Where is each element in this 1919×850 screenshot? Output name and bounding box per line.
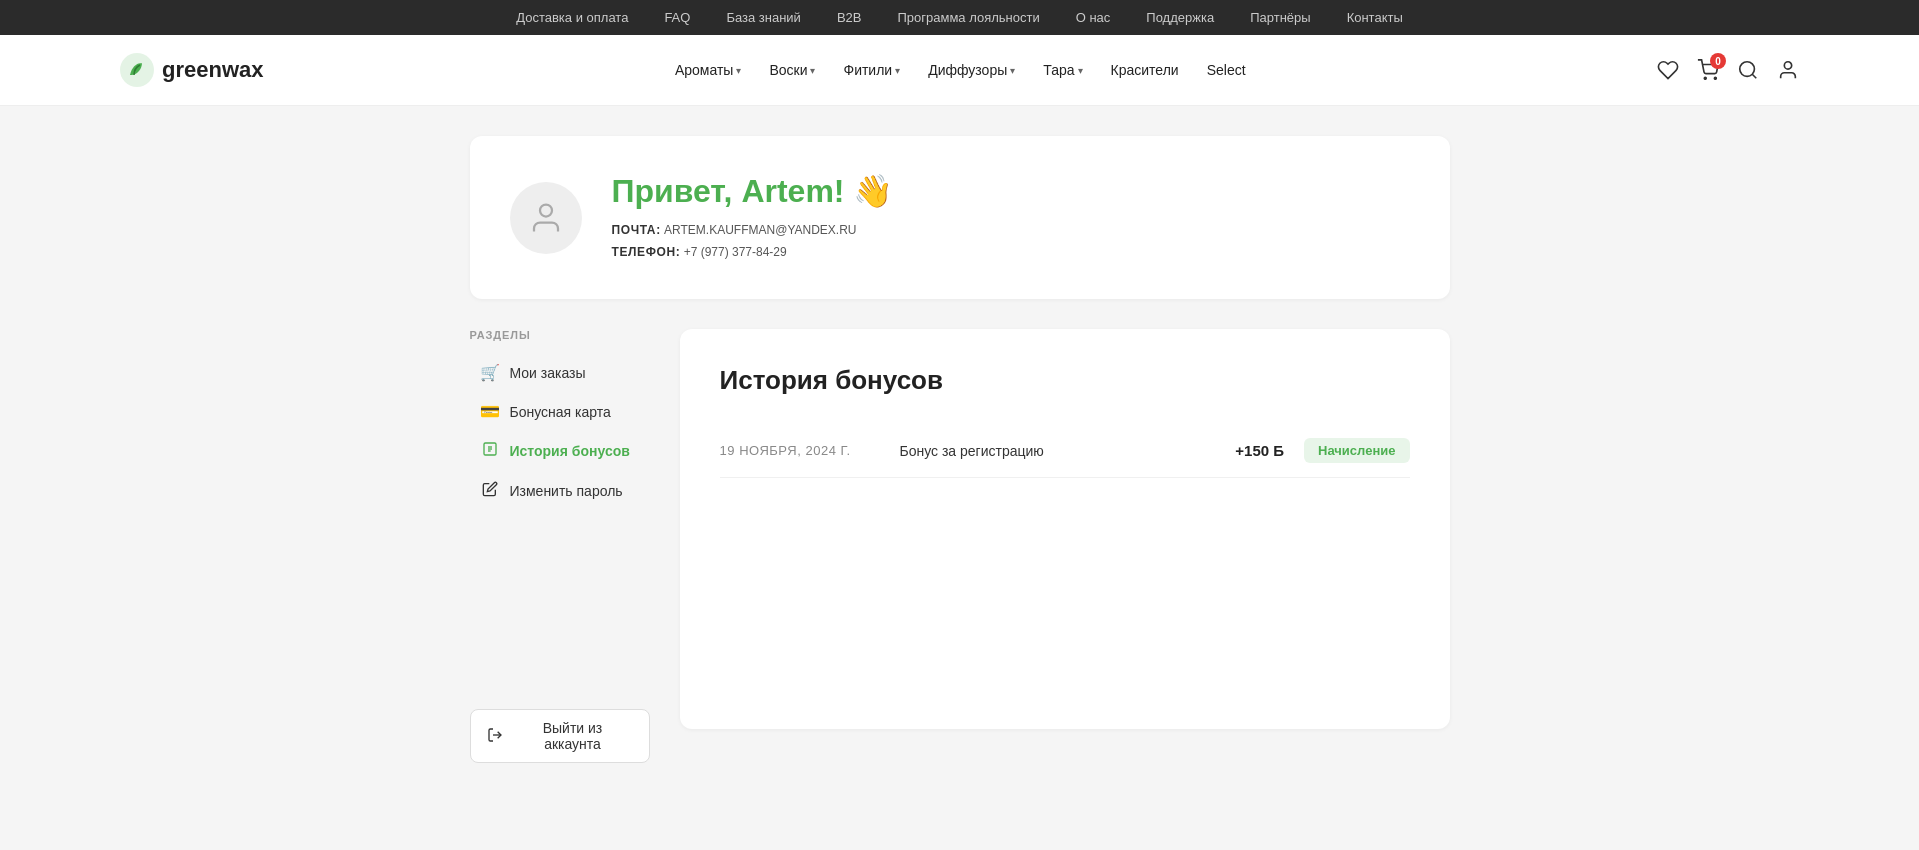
logout-label: Выйти из аккаунта <box>513 720 633 752</box>
sidebar-item-bonus-history[interactable]: История бонусов <box>470 433 650 469</box>
logo-text: greenwax <box>162 57 264 83</box>
svg-point-3 <box>1740 62 1755 77</box>
sidebar-logout: Выйти из аккаунта <box>470 709 650 763</box>
sidebar-item-orders-label: Мои заказы <box>510 365 586 381</box>
wave-emoji: 👋 <box>853 173 893 209</box>
nav-item-wicks[interactable]: Фитили ▾ <box>843 62 900 78</box>
nav-arrow-waxes: ▾ <box>810 65 815 76</box>
sidebar-item-bonus-card-label: Бонусная карта <box>510 404 611 420</box>
logout-icon <box>487 727 503 746</box>
topbar-link-knowledge[interactable]: База знаний <box>726 10 801 25</box>
topbar-link-loyalty[interactable]: Программа лояльности <box>897 10 1039 25</box>
nav-item-diffusers[interactable]: Диффузоры ▾ <box>928 62 1015 78</box>
wishlist-button[interactable] <box>1657 59 1679 81</box>
orders-icon: 🛒 <box>480 363 500 382</box>
main-nav: Ароматы ▾ Воски ▾ Фитили ▾ Диффузоры ▾ Т… <box>675 62 1246 78</box>
topbar-link-faq[interactable]: FAQ <box>664 10 690 25</box>
user-greeting: Привет, Artem! 👋 <box>612 172 894 210</box>
user-meta: ПОЧТА: ARTEM.KAUFFMAN@YANDEX.RU ТЕЛЕФОН:… <box>612 220 894 263</box>
svg-point-6 <box>540 204 552 216</box>
user-hero-card: Привет, Artem! 👋 ПОЧТА: ARTEM.KAUFFMAN@Y… <box>470 136 1450 299</box>
nav-item-aromas[interactable]: Ароматы ▾ <box>675 62 742 78</box>
nav-arrow-diffusers: ▾ <box>1010 65 1015 76</box>
main-content: История бонусов 19 НОЯБРЯ, 2024 Г. Бонус… <box>680 329 1450 729</box>
user-info: Привет, Artem! 👋 ПОЧТА: ARTEM.KAUFFMAN@Y… <box>612 172 894 263</box>
logo[interactable]: greenwax <box>120 53 264 87</box>
user-email-row: ПОЧТА: ARTEM.KAUFFMAN@YANDEX.RU <box>612 220 894 242</box>
logout-button[interactable]: Выйти из аккаунта <box>470 709 650 763</box>
svg-point-5 <box>1784 62 1791 69</box>
logo-icon <box>120 53 154 87</box>
search-button[interactable] <box>1737 59 1759 81</box>
sidebar-item-bonus-card[interactable]: 💳 Бонусная карта <box>470 394 650 429</box>
user-phone: +7 (977) 377-84-29 <box>684 245 787 259</box>
topbar-link-b2b[interactable]: B2B <box>837 10 862 25</box>
nav-arrow-wicks: ▾ <box>895 65 900 76</box>
heart-icon <box>1657 59 1679 81</box>
user-name: Artem! <box>741 173 844 209</box>
nav-arrow-aromas: ▾ <box>736 65 741 76</box>
header: greenwax Ароматы ▾ Воски ▾ Фитили ▾ Дифф… <box>0 35 1919 106</box>
topbar-link-about[interactable]: О нас <box>1076 10 1111 25</box>
svg-point-1 <box>1704 77 1706 79</box>
sidebar-item-bonus-history-label: История бонусов <box>510 443 630 459</box>
sidebar: РАЗДЕЛЫ 🛒 Мои заказы 💳 Бонусная карта <box>470 329 650 763</box>
email-label: ПОЧТА: <box>612 223 661 237</box>
avatar <box>510 182 582 254</box>
user-icon <box>1777 59 1799 81</box>
user-phone-row: ТЕЛЕФОН: +7 (977) 377-84-29 <box>612 242 894 264</box>
change-password-icon <box>480 481 500 501</box>
bonus-history-icon <box>480 441 500 461</box>
svg-line-4 <box>1752 74 1756 78</box>
sidebar-item-change-password-label: Изменить пароль <box>510 483 623 499</box>
sidebar-section-label: РАЗДЕЛЫ <box>470 329 650 341</box>
topbar-link-delivery[interactable]: Доставка и оплата <box>516 10 628 25</box>
sidebar-item-change-password[interactable]: Изменить пароль <box>470 473 650 509</box>
svg-point-2 <box>1714 77 1716 79</box>
topbar-link-partners[interactable]: Партнёры <box>1250 10 1310 25</box>
phone-label: ТЕЛЕФОН: <box>612 245 681 259</box>
bonus-history-row: 19 НОЯБРЯ, 2024 Г. Бонус за регистрацию … <box>720 424 1410 478</box>
search-icon <box>1737 59 1759 81</box>
bonus-date: 19 НОЯБРЯ, 2024 Г. <box>720 443 880 458</box>
cart-badge: 0 <box>1710 53 1726 69</box>
nav-item-waxes[interactable]: Воски ▾ <box>769 62 815 78</box>
header-icons: 0 <box>1657 59 1799 81</box>
nav-arrow-tara: ▾ <box>1078 65 1083 76</box>
account-button[interactable] <box>1777 59 1799 81</box>
sidebar-nav: 🛒 Мои заказы 💳 Бонусная карта <box>470 355 650 509</box>
page-content: Привет, Artem! 👋 ПОЧТА: ARTEM.KAUFFMAN@Y… <box>470 106 1450 793</box>
sidebar-item-orders[interactable]: 🛒 Мои заказы <box>470 355 650 390</box>
nav-item-dyes[interactable]: Красители <box>1111 62 1179 78</box>
bonus-card-icon: 💳 <box>480 402 500 421</box>
nav-item-select[interactable]: Select <box>1207 62 1246 78</box>
cart-button[interactable]: 0 <box>1697 59 1719 81</box>
bonus-description: Бонус за регистрацию <box>900 443 1185 459</box>
bonus-history-title: История бонусов <box>720 365 1410 396</box>
main-layout: РАЗДЕЛЫ 🛒 Мои заказы 💳 Бонусная карта <box>470 329 1450 763</box>
topbar-link-support[interactable]: Поддержка <box>1146 10 1214 25</box>
bonus-badge: Начисление <box>1304 438 1409 463</box>
nav-item-tara[interactable]: Тара ▾ <box>1043 62 1082 78</box>
topbar-link-contacts[interactable]: Контакты <box>1347 10 1403 25</box>
bonus-amount: +150 Б <box>1204 442 1284 459</box>
user-email: ARTEM.KAUFFMAN@YANDEX.RU <box>664 223 856 237</box>
avatar-icon <box>528 200 564 236</box>
top-bar: Доставка и оплата FAQ База знаний B2B Пр… <box>0 0 1919 35</box>
